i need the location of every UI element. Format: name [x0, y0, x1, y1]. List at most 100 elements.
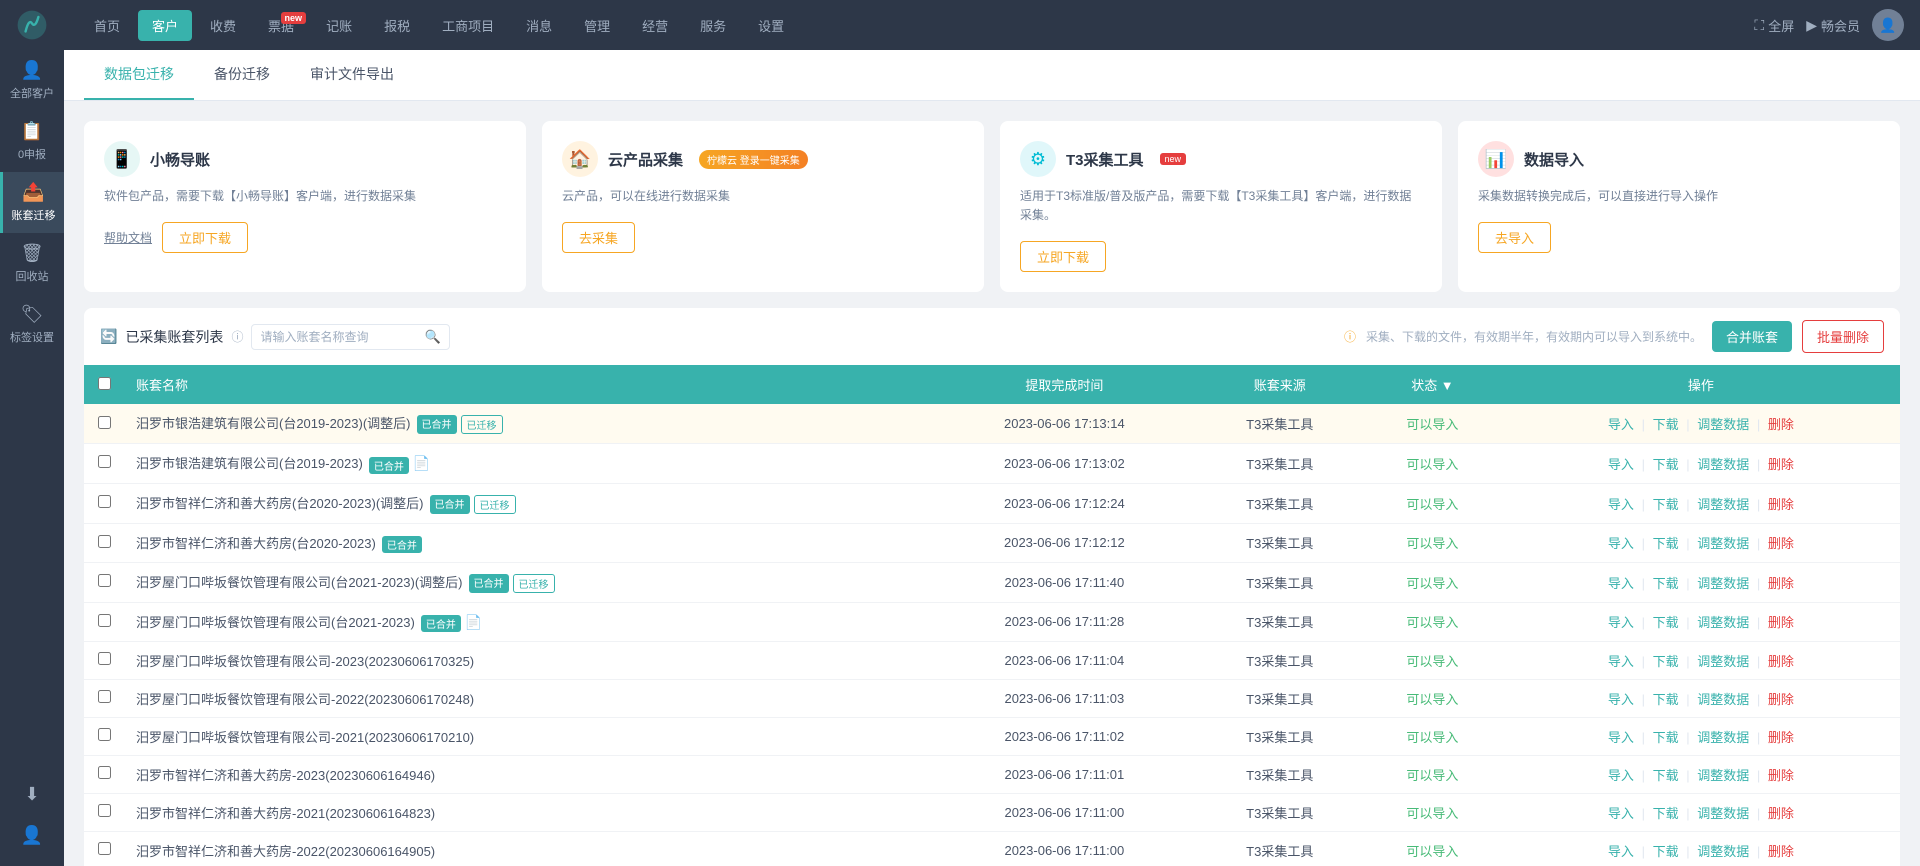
row-checkbox[interactable] [98, 690, 111, 703]
delete-btn[interactable]: 删除 [1768, 497, 1794, 512]
row-time: 2023-06-06 17:11:40 [932, 562, 1196, 602]
download-btn[interactable]: 下载 [1653, 457, 1679, 472]
download-btn[interactable]: 下载 [1653, 417, 1679, 432]
download-btn[interactable]: 下载 [1653, 768, 1679, 783]
adjust-btn[interactable]: 调整数据 [1697, 576, 1749, 591]
nav-service[interactable]: 服务 [686, 10, 740, 41]
sidebar-item-download[interactable]: ⬇ [0, 774, 64, 815]
adjust-btn[interactable]: 调整数据 [1697, 497, 1749, 512]
nav-home[interactable]: 首页 [80, 10, 134, 41]
delete-btn[interactable]: 删除 [1768, 768, 1794, 783]
nav-tax[interactable]: 报税 [370, 10, 424, 41]
delete-btn[interactable]: 删除 [1768, 844, 1794, 859]
nav-accounting[interactable]: 记账 [312, 10, 366, 41]
sidebar-item-account-migration[interactable]: 📤 账套迁移 [0, 172, 64, 233]
nav-billing[interactable]: 收费 [196, 10, 250, 41]
download-btn[interactable]: 下载 [1653, 654, 1679, 669]
adjust-btn[interactable]: 调整数据 [1697, 730, 1749, 745]
user-avatar[interactable]: 👤 [1872, 9, 1904, 41]
import-btn[interactable]: 导入 [1608, 768, 1634, 783]
sidebar-item-tag-settings[interactable]: 🏷 标签设置 [0, 294, 64, 355]
import-btn[interactable]: 导入 [1608, 417, 1634, 432]
import-btn[interactable]: 导入 [1608, 497, 1634, 512]
row-checkbox[interactable] [98, 574, 111, 587]
toolbar-hint: 采集、下载的文件，有效期半年，有效期内可以导入到系统中。 [1366, 328, 1702, 345]
import-btn[interactable]: 导入 [1608, 844, 1634, 859]
download-btn[interactable]: 下载 [1653, 806, 1679, 821]
row-checkbox[interactable] [98, 535, 111, 548]
row-checkbox[interactable] [98, 614, 111, 627]
row-checkbox[interactable] [98, 495, 111, 508]
delete-btn[interactable]: 删除 [1768, 806, 1794, 821]
delete-btn[interactable]: 删除 [1768, 417, 1794, 432]
adjust-btn[interactable]: 调整数据 [1697, 457, 1749, 472]
member-btn[interactable]: ▶ 畅会员 [1806, 16, 1860, 35]
nav-operation[interactable]: 经营 [628, 10, 682, 41]
delete-btn[interactable]: 删除 [1768, 692, 1794, 707]
download-btn[interactable]: 下载 [1653, 730, 1679, 745]
row-checkbox[interactable] [98, 804, 111, 817]
download-t3-btn[interactable]: 立即下载 [1020, 241, 1106, 272]
help-doc-btn[interactable]: 帮助文档 [104, 229, 152, 246]
help-icon[interactable]: ⓘ [231, 328, 243, 345]
batch-delete-btn[interactable]: 批量删除 [1802, 320, 1884, 353]
sidebar-item-all-clients[interactable]: 👤 全部客户 [0, 50, 64, 111]
import-btn[interactable]: 导入 [1608, 536, 1634, 551]
row-checkbox[interactable] [98, 728, 111, 741]
adjust-btn[interactable]: 调整数据 [1697, 806, 1749, 821]
import-btn[interactable]: 导入 [1608, 615, 1634, 630]
adjust-btn[interactable]: 调整数据 [1697, 615, 1749, 630]
delete-btn[interactable]: 删除 [1768, 730, 1794, 745]
search-icon[interactable]: 🔍 [424, 329, 440, 345]
delete-btn[interactable]: 删除 [1768, 615, 1794, 630]
download-btn[interactable]: 下载 [1653, 497, 1679, 512]
delete-btn[interactable]: 删除 [1768, 576, 1794, 591]
row-checkbox[interactable] [98, 766, 111, 779]
download-btn[interactable]: 下载 [1653, 844, 1679, 859]
import-btn[interactable]: 导入 [1608, 654, 1634, 669]
import-btn[interactable]: 导入 [1608, 457, 1634, 472]
delete-btn[interactable]: 删除 [1768, 457, 1794, 472]
sidebar-item-user[interactable]: 👤 [0, 815, 64, 856]
select-all-checkbox[interactable] [98, 377, 111, 390]
sidebar-item-recycle[interactable]: 🗑 回收站 [0, 233, 64, 294]
delete-btn[interactable]: 删除 [1768, 654, 1794, 669]
nav-client[interactable]: 客户 [138, 10, 192, 41]
import-btn[interactable]: 导入 [1608, 692, 1634, 707]
download-btn[interactable]: 下载 [1653, 692, 1679, 707]
go-import-btn[interactable]: 去导入 [1478, 222, 1551, 253]
download-btn[interactable]: 下载 [1653, 536, 1679, 551]
nav-settings[interactable]: 设置 [744, 10, 798, 41]
merge-account-btn[interactable]: 合并账套 [1712, 321, 1792, 352]
refresh-icon[interactable]: 🔄 [100, 328, 117, 345]
nav-message[interactable]: 消息 [512, 10, 566, 41]
adjust-btn[interactable]: 调整数据 [1697, 417, 1749, 432]
tab-audit-export[interactable]: 审计文件导出 [290, 50, 414, 100]
adjust-btn[interactable]: 调整数据 [1697, 536, 1749, 551]
tab-data-migration[interactable]: 数据包迁移 [84, 50, 194, 100]
download-now-btn[interactable]: 立即下载 [162, 222, 248, 253]
row-checkbox[interactable] [98, 416, 111, 429]
row-checkbox[interactable] [98, 652, 111, 665]
download-btn[interactable]: 下载 [1653, 615, 1679, 630]
sidebar-item-zero-report[interactable]: 📋 0申报 [0, 111, 64, 172]
nav-business[interactable]: 工商项目 [428, 10, 508, 41]
tab-backup-migration[interactable]: 备份迁移 [194, 50, 290, 100]
nav-manage[interactable]: 管理 [570, 10, 624, 41]
row-checkbox[interactable] [98, 455, 111, 468]
adjust-btn[interactable]: 调整数据 [1697, 692, 1749, 707]
row-checkbox[interactable] [98, 842, 111, 855]
adjust-btn[interactable]: 调整数据 [1697, 654, 1749, 669]
import-btn[interactable]: 导入 [1608, 806, 1634, 821]
nav-invoice[interactable]: 票据 new [254, 10, 308, 41]
go-collect-btn[interactable]: 去采集 [562, 222, 635, 253]
adjust-btn[interactable]: 调整数据 [1697, 844, 1749, 859]
search-input[interactable] [260, 330, 420, 344]
import-btn[interactable]: 导入 [1608, 576, 1634, 591]
import-btn[interactable]: 导入 [1608, 730, 1634, 745]
fullscreen-btn[interactable]: ⛶ 全屏 [1754, 16, 1794, 35]
delete-btn[interactable]: 删除 [1768, 536, 1794, 551]
col-status[interactable]: 状态 ▼ [1363, 365, 1502, 404]
download-btn[interactable]: 下载 [1653, 576, 1679, 591]
adjust-btn[interactable]: 调整数据 [1697, 768, 1749, 783]
